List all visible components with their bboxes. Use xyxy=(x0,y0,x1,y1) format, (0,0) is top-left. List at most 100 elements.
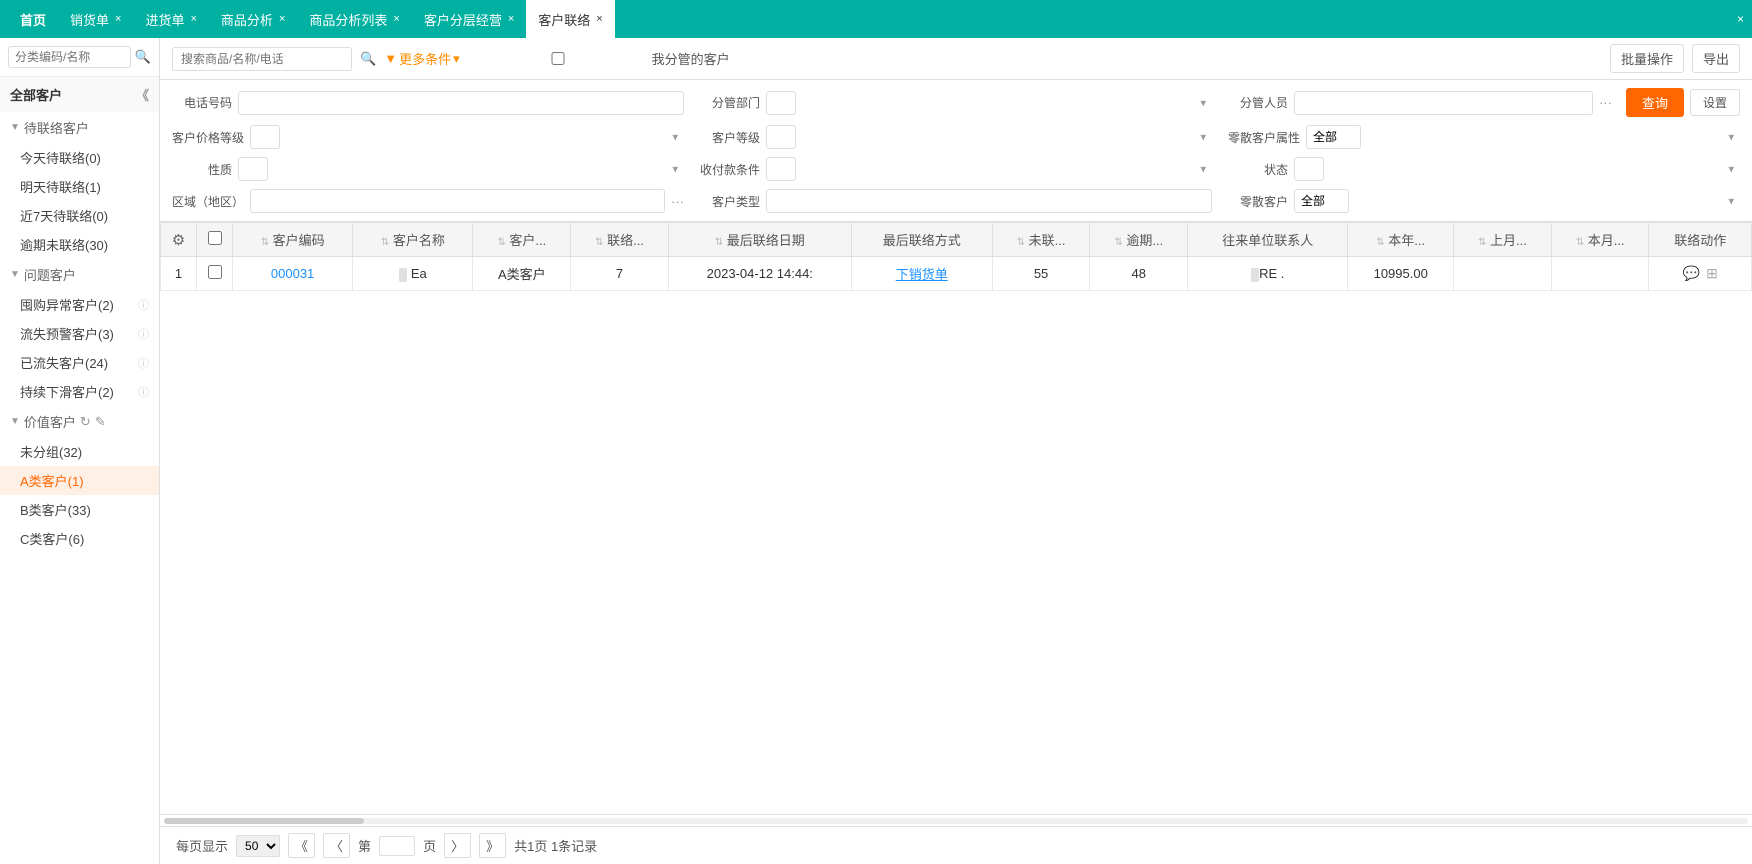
customer-type-label: 客户类型 xyxy=(700,193,760,210)
status-select[interactable] xyxy=(1294,157,1324,181)
sidebar-section-problem[interactable]: ▼ 问题客户 xyxy=(0,259,159,290)
sidebar-search-input[interactable] xyxy=(8,46,131,68)
chat-icon[interactable]: 💬 xyxy=(1683,265,1700,282)
nature-select[interactable] xyxy=(238,157,268,181)
nav-home[interactable]: 首页 xyxy=(8,0,58,38)
sidebar-item-7days[interactable]: 近7天待联络(0) xyxy=(0,201,159,230)
scrollbar-thumb[interactable] xyxy=(164,818,364,824)
last-method-link[interactable]: 下销货单 xyxy=(896,267,948,282)
area-input[interactable] xyxy=(250,189,665,213)
first-page-button[interactable]: 《 xyxy=(288,833,315,858)
setting-button[interactable]: 设置 xyxy=(1690,89,1740,116)
search-icon[interactable]: 🔍 xyxy=(360,51,376,67)
nav-customer-segment[interactable]: 客户分层经营 × xyxy=(412,0,526,38)
col-contact-person: 往来单位联系人 xyxy=(1188,223,1348,257)
sidebar-item-c-class[interactable]: C类客户(6) xyxy=(0,524,159,553)
retail-customer-select[interactable]: 全部 xyxy=(1294,189,1349,213)
table-area: ⚙ ⇅ 客户编码 ⇅ 客户名称 xyxy=(160,222,1752,814)
my-customers-check[interactable]: 我分管的客户 xyxy=(468,49,730,68)
price-level-select[interactable] xyxy=(250,125,280,149)
my-customers-checkbox[interactable] xyxy=(468,52,648,65)
sidebar-item-a-class[interactable]: A类客户(1) xyxy=(0,466,159,495)
sidebar-item-ungrouped[interactable]: 未分组(32) xyxy=(0,437,159,466)
prev-page-button[interactable]: 〈 xyxy=(323,833,350,858)
sidebar-item-loss-warning[interactable]: 流失预警客户(3) ⓘ xyxy=(0,319,159,348)
per-page-select[interactable]: 50 xyxy=(236,835,280,857)
row-last-date: 2023-04-12 14:44: xyxy=(668,257,851,291)
sidebar-item-today[interactable]: 今天待联络(0) xyxy=(0,143,159,172)
person-label: 分管人员 xyxy=(1228,94,1288,111)
payment-label: 收付款条件 xyxy=(700,161,760,178)
sidebar-all-customers[interactable]: 全部客户 《 xyxy=(0,77,159,112)
sidebar-item-hoard[interactable]: 囤购异常客户(2) ⓘ xyxy=(0,290,159,319)
chevron-down-icon: ▾ xyxy=(453,51,460,67)
close-analysis-list[interactable]: × xyxy=(393,13,399,25)
row-code[interactable]: 000031 xyxy=(233,257,353,291)
nav-customer-contact[interactable]: 客户联络 × xyxy=(526,0,614,38)
price-level-label: 客户价格等级 xyxy=(172,129,244,146)
status-label: 状态 xyxy=(1228,161,1288,178)
arrow-value: ▼ xyxy=(10,416,20,427)
col-last-method: 最后联络方式 xyxy=(851,223,992,257)
nav-purchase[interactable]: 进货单 × xyxy=(133,0,208,38)
phone-input[interactable] xyxy=(238,91,684,115)
nav-analysis[interactable]: 商品分析 × xyxy=(209,0,297,38)
row-checkbox[interactable] xyxy=(208,265,222,279)
close-sales[interactable]: × xyxy=(115,13,121,25)
filter-area: 区域（地区） ··· xyxy=(172,189,684,213)
select-all-checkbox[interactable] xyxy=(208,231,222,245)
refresh-icon[interactable]: ↻ xyxy=(80,414,91,430)
sidebar-search-icon[interactable]: 🔍 xyxy=(135,49,151,65)
row-name: Ea xyxy=(353,257,473,291)
query-button[interactable]: 查询 xyxy=(1626,88,1684,117)
row-contact: 7 xyxy=(571,257,669,291)
customer-type-input[interactable] xyxy=(766,189,1212,213)
close-customer-segment[interactable]: × xyxy=(508,13,514,25)
next-page-button[interactable]: 〉 xyxy=(444,833,471,858)
info-icon-loss-warning: ⓘ xyxy=(138,326,149,342)
close-purchase[interactable]: × xyxy=(190,13,196,25)
sidebar-item-tomorrow[interactable]: 明天待联络(1) xyxy=(0,172,159,201)
filter-phone: 电话号码 xyxy=(172,91,684,115)
search-input[interactable] xyxy=(172,47,352,71)
nav-sales[interactable]: 销货单 × xyxy=(58,0,133,38)
retail-attr-select[interactable]: 全部 xyxy=(1306,125,1361,149)
col-checkbox xyxy=(197,223,233,257)
sidebar-section-value[interactable]: ▼ 价值客户 ↻ ✎ xyxy=(0,406,159,437)
table-row: 1 000031 Ea A类客户 7 2023-04-12 14:44: xyxy=(161,257,1752,291)
batch-op-button[interactable]: 批量操作 xyxy=(1610,44,1684,73)
close-analysis[interactable]: × xyxy=(279,13,285,25)
col-sort-icon: ⇅ xyxy=(1576,237,1584,248)
close-customer-contact[interactable]: × xyxy=(596,13,602,25)
retail-customer-label: 零散客户 xyxy=(1228,193,1288,210)
sidebar-section-pending[interactable]: ▼ 待联络客户 xyxy=(0,112,159,143)
col-gear: ⚙ xyxy=(161,223,197,257)
qr-icon[interactable]: ⊞ xyxy=(1706,265,1718,282)
sidebar-item-b-class[interactable]: B类客户(33) xyxy=(0,495,159,524)
payment-select[interactable] xyxy=(766,157,796,181)
sidebar-item-overdue[interactable]: 逾期未联络(30) xyxy=(0,230,159,259)
sidebar-collapse-icon[interactable]: 《 xyxy=(136,85,149,104)
row-contact-person: RE . xyxy=(1188,257,1348,291)
customer-table: ⚙ ⇅ 客户编码 ⇅ 客户名称 xyxy=(160,222,1752,291)
col-sort-icon: ⇅ xyxy=(497,237,505,248)
person-input[interactable] xyxy=(1294,91,1593,115)
page-number-input[interactable]: 1 xyxy=(379,836,415,856)
last-page-button[interactable]: 》 xyxy=(479,833,506,858)
nav-analysis-list[interactable]: 商品分析列表 × xyxy=(297,0,411,38)
horizontal-scrollbar[interactable] xyxy=(160,814,1752,826)
main-layout: 🔍 全部客户 《 ▼ 待联络客户 今天待联络(0) 明天待联络(1) 近7天待联… xyxy=(0,38,1752,864)
edit-icon[interactable]: ✎ xyxy=(95,414,106,430)
sidebar-search-area: 🔍 xyxy=(0,38,159,77)
sidebar-item-lost[interactable]: 已流失客户(24) ⓘ xyxy=(0,348,159,377)
more-conditions-button[interactable]: ▼ 更多条件 ▾ xyxy=(384,49,459,68)
export-button[interactable]: 导出 xyxy=(1692,44,1740,73)
person-dots[interactable]: ··· xyxy=(1599,95,1612,110)
sidebar-item-declining[interactable]: 持续下滑客户(2) ⓘ xyxy=(0,377,159,406)
table-gear-icon[interactable]: ⚙ xyxy=(172,232,185,249)
dept-select[interactable] xyxy=(766,91,796,115)
close-all-button[interactable]: × xyxy=(1737,12,1744,26)
customer-level-select[interactable] xyxy=(766,125,796,149)
filter-bar: 🔍 ▼ 更多条件 ▾ 我分管的客户 批量操作 导出 xyxy=(160,38,1752,80)
area-dots[interactable]: ··· xyxy=(671,194,684,209)
